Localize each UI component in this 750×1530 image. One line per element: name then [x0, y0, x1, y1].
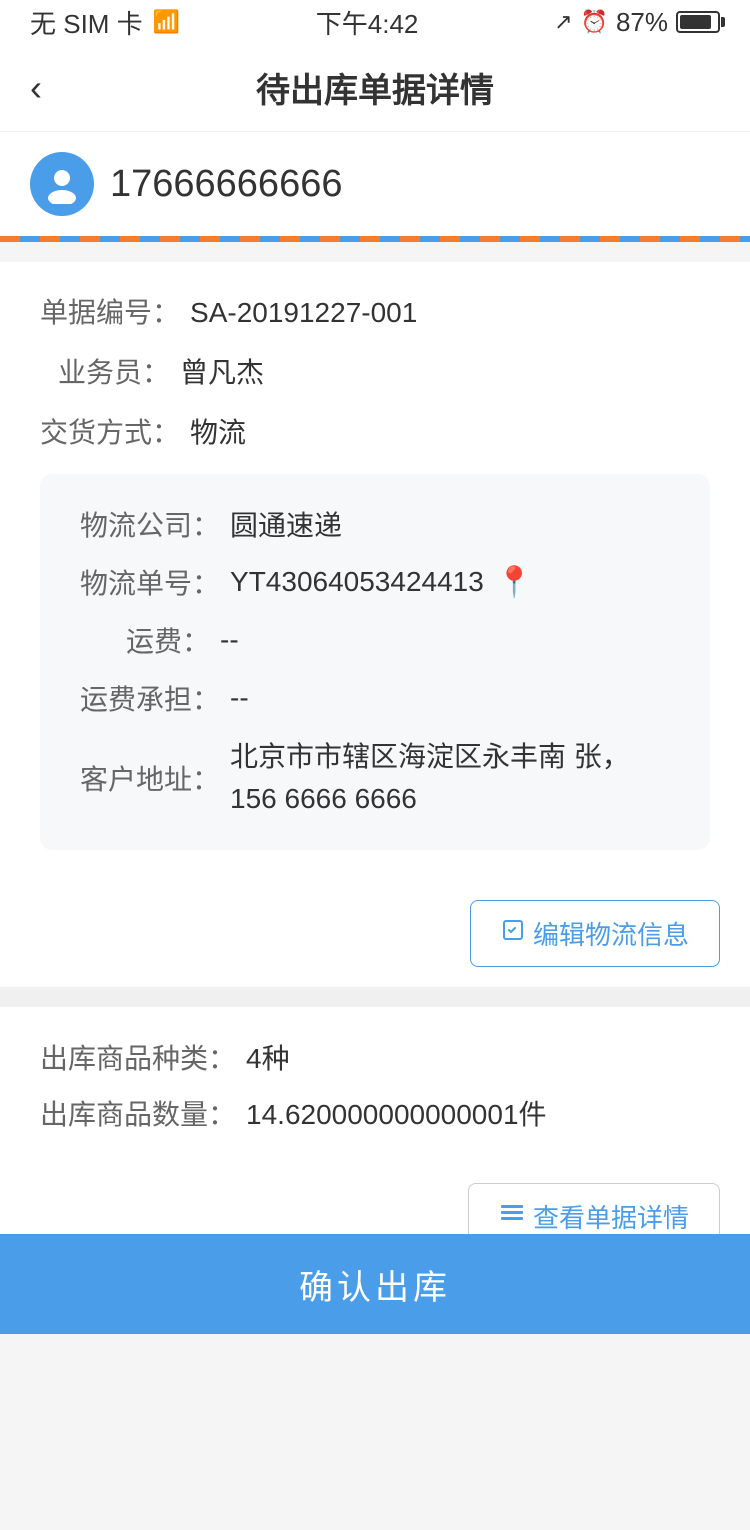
nav-bar: ‹ 待出库单据详情 — [0, 44, 750, 132]
logistics-company-value: 圆通速递 — [230, 504, 670, 544]
order-no-value: SA-20191227-001 — [190, 292, 710, 334]
product-qty-value: 14.620000000000001件 — [246, 1093, 547, 1133]
dashed-divider — [0, 236, 750, 242]
battery-fill — [680, 15, 711, 29]
freight-value: -- — [220, 624, 670, 656]
edit-icon — [501, 918, 525, 949]
freight-bear-label: 运费承担： — [80, 678, 220, 718]
summary-section: 出库商品种类： 4种 出库商品数量： 14.620000000000001件 — [0, 1007, 750, 1163]
salesman-value: 曾凡杰 — [180, 352, 710, 394]
page-title: 待出库单据详情 — [256, 63, 494, 112]
status-right: ↗ ⏰ 87% — [554, 7, 720, 38]
confirm-label: 确认出库 — [299, 1260, 451, 1309]
tracking-location-icon[interactable]: 📍 — [496, 565, 533, 600]
logistics-tracking-value: YT43064053424413 📍 — [230, 565, 670, 600]
delivery-value: 物流 — [190, 412, 710, 454]
view-detail-label: 查看单据详情 — [533, 1198, 689, 1235]
product-type-label: 出库商品种类： — [40, 1037, 236, 1077]
product-type-row: 出库商品种类： 4种 — [40, 1037, 710, 1077]
delivery-label: 交货方式： — [40, 412, 180, 454]
address-value: 北京市市辖区海淀区永丰南 张，156 6666 6666 — [230, 736, 670, 820]
order-no-row: 单据编号： SA-20191227-001 — [40, 292, 710, 334]
freight-label: 运费： — [80, 620, 210, 660]
wifi-icon: 📶 — [153, 9, 180, 35]
product-qty-label: 出库商品数量： — [40, 1093, 236, 1133]
logistics-card: 物流公司： 圆通速递 物流单号： YT43064053424413 📍 运费： … — [40, 474, 710, 850]
product-qty-row: 出库商品数量： 14.620000000000001件 — [40, 1093, 710, 1133]
edit-logistics-label: 编辑物流信息 — [533, 915, 689, 952]
carrier-label: 无 SIM 卡 — [30, 4, 143, 41]
salesman-row: 业务员： 曾凡杰 — [40, 352, 710, 394]
product-type-value: 4种 — [246, 1037, 290, 1077]
logistics-company-label: 物流公司： — [80, 504, 220, 544]
freight-bear-row: 运费承担： -- — [80, 678, 670, 718]
alarm-icon: ⏰ — [581, 9, 608, 35]
battery-label: 87% — [616, 7, 668, 38]
order-no-label: 单据编号： — [40, 292, 180, 334]
avatar — [30, 152, 94, 216]
logistics-tracking-row: 物流单号： YT43064053424413 📍 — [80, 562, 670, 602]
status-left: 无 SIM 卡 📶 — [30, 4, 180, 41]
address-row: 客户地址： 北京市市辖区海淀区永丰南 张，156 6666 6666 — [80, 736, 670, 820]
section-divider-1 — [0, 987, 750, 1007]
basic-info-section: 单据编号： SA-20191227-001 业务员： 曾凡杰 交货方式： 物流 … — [0, 262, 750, 880]
logistics-company-row: 物流公司： 圆通速递 — [80, 504, 670, 544]
logistics-tracking-label: 物流单号： — [80, 562, 220, 602]
back-button[interactable]: ‹ — [20, 57, 52, 119]
edit-logistics-button[interactable]: 编辑物流信息 — [470, 900, 720, 967]
location-status-icon: ↗ — [554, 9, 572, 35]
user-header: 17666666666 — [0, 132, 750, 236]
address-label: 客户地址： — [80, 758, 220, 798]
view-detail-icon — [499, 1200, 525, 1233]
salesman-label: 业务员： — [40, 352, 170, 394]
freight-bear-value: -- — [230, 682, 670, 714]
freight-row: 运费： -- — [80, 620, 670, 660]
status-bar: 无 SIM 卡 📶 下午4:42 ↗ ⏰ 87% — [0, 0, 750, 44]
edit-btn-row: 编辑物流信息 — [0, 880, 750, 987]
user-phone: 17666666666 — [110, 163, 342, 206]
time-label: 下午4:42 — [316, 4, 419, 41]
confirm-button[interactable]: 确认出库 — [0, 1234, 750, 1334]
delivery-row: 交货方式： 物流 — [40, 412, 710, 454]
battery-bar — [676, 11, 720, 33]
